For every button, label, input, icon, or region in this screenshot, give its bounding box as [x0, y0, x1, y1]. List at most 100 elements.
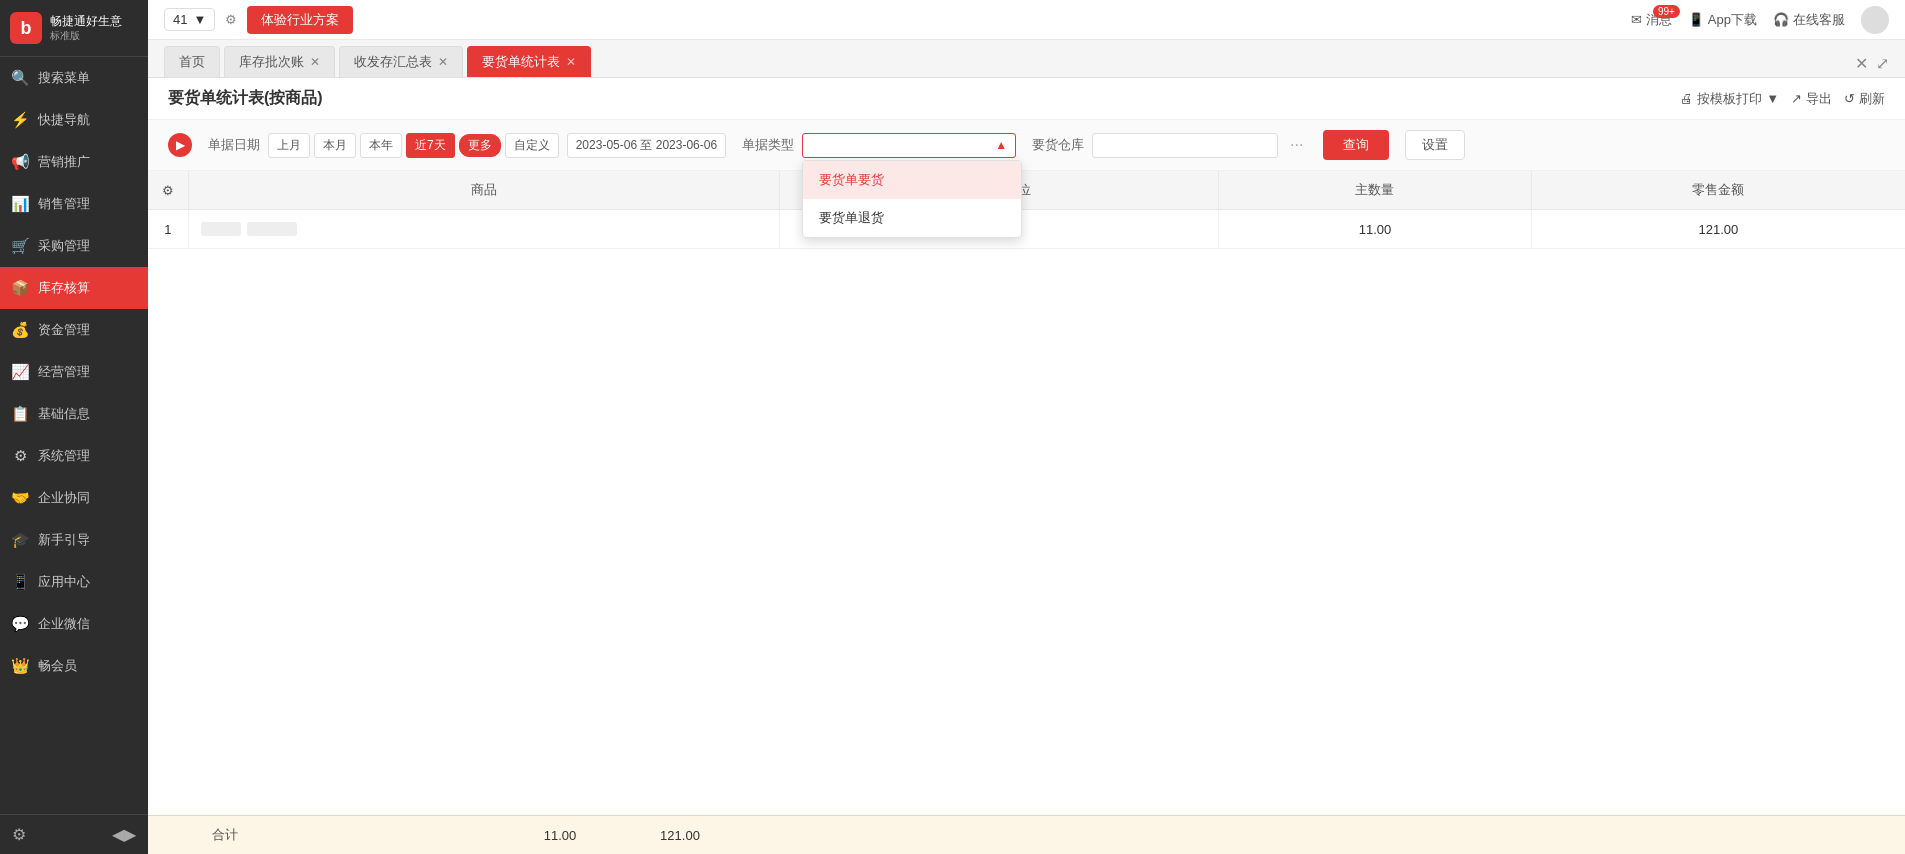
purchase-icon: 🛒	[10, 236, 30, 256]
sidebar-item-enterprise[interactable]: 🤝 企业协同	[0, 477, 148, 519]
settings-icon[interactable]: ⚙	[12, 825, 26, 844]
headset-icon: 🎧	[1773, 12, 1789, 27]
top-header: 41 ▼ ⚙ 体验行业方案 ✉ 消息 99+ 📱 App下载 🎧 在线客服	[148, 0, 1905, 40]
chevron-down-icon: ▼	[1766, 91, 1779, 106]
filter-expand-btn[interactable]: ▶	[168, 133, 192, 157]
filter-bar: ▶ 单据日期 上月 本月 本年 近7天 更多 自定义 2023-05-06 至 …	[148, 120, 1905, 171]
sidebar-item-member[interactable]: 👑 畅会员	[0, 645, 148, 687]
maximize-icon[interactable]: ⤢	[1876, 54, 1889, 73]
btn-more-dates[interactable]: 更多	[459, 134, 501, 157]
doc-type-select[interactable]: ▲	[802, 133, 1016, 158]
sales-icon: 📊	[10, 194, 30, 214]
td-amount: 121.00	[1531, 210, 1905, 249]
warehouse-select[interactable]	[1092, 133, 1278, 158]
th-product: 商品	[188, 171, 779, 210]
product-name-placeholder	[201, 222, 241, 236]
btn-this-year[interactable]: 本年	[360, 133, 402, 158]
th-settings[interactable]: ⚙	[148, 171, 188, 210]
sidebar-item-label: 采购管理	[38, 237, 90, 255]
footer-quantity: 11.00	[500, 828, 620, 843]
refresh-btn[interactable]: ↺ 刷新	[1844, 90, 1885, 108]
btn-last-month[interactable]: 上月	[268, 133, 310, 158]
app-download-label: App下载	[1708, 11, 1757, 29]
date-range-display[interactable]: 2023-05-06 至 2023-06-06	[567, 133, 726, 158]
select-arrow-up-icon[interactable]: ▲	[987, 138, 1015, 152]
tab-label: 库存批次账	[239, 53, 304, 71]
sidebar-item-purchase[interactable]: 🛒 采购管理	[0, 225, 148, 267]
sidebar-item-inventory[interactable]: 📦 库存核算	[0, 267, 148, 309]
sidebar-item-quick-nav[interactable]: ⚡ 快捷导航	[0, 99, 148, 141]
warehouse-filter-group: 要货仓库 ···	[1032, 133, 1307, 158]
page-content: 要货单统计表(按商品) 🖨 按模板打印 ▼ ↗ 导出 ↺ 刷新 ▶	[148, 78, 1905, 854]
sidebar-item-wechat[interactable]: 💬 企业微信	[0, 603, 148, 645]
more-options-icon[interactable]: ···	[1286, 136, 1307, 154]
close-icon[interactable]: ✕	[438, 55, 448, 69]
header-right: ✉ 消息 99+ 📱 App下载 🎧 在线客服	[1631, 6, 1889, 34]
sidebar-item-operations[interactable]: 📈 经营管理	[0, 351, 148, 393]
btn-this-month[interactable]: 本月	[314, 133, 356, 158]
header-left: 41 ▼ ⚙ 体验行业方案	[164, 6, 353, 34]
table-header-row: ⚙ 商品 主计量单位 主数量 零售金额	[148, 171, 1905, 210]
sidebar-item-marketing[interactable]: 📢 营销推广	[0, 141, 148, 183]
sidebar-item-label: 应用中心	[38, 573, 90, 591]
sidebar-item-label: 销售管理	[38, 195, 90, 213]
sidebar-item-label: 营销推广	[38, 153, 90, 171]
tab-bar: 首页 库存批次账 ✕ 收发存汇总表 ✕ 要货单统计表 ✕ ✕ ⤢	[148, 40, 1905, 78]
td-quantity: 11.00	[1219, 210, 1532, 249]
tab-receipts-summary[interactable]: 收发存汇总表 ✕	[339, 46, 463, 77]
btn-custom-date[interactable]: 自定义	[505, 133, 559, 158]
sidebar-item-basic-info[interactable]: 📋 基础信息	[0, 393, 148, 435]
sidebar-item-app-center[interactable]: 📱 应用中心	[0, 561, 148, 603]
sidebar-item-label: 经营管理	[38, 363, 90, 381]
export-btn[interactable]: ↗ 导出	[1791, 90, 1832, 108]
tab-order-statistics[interactable]: 要货单统计表 ✕	[467, 46, 591, 77]
enterprise-icon: 🤝	[10, 488, 30, 508]
product-code-placeholder	[247, 222, 297, 236]
online-service-btn[interactable]: 🎧 在线客服	[1773, 11, 1845, 29]
close-icon[interactable]: ✕	[310, 55, 320, 69]
sidebar-item-guide[interactable]: 🎓 新手引导	[0, 519, 148, 561]
sidebar-item-system[interactable]: ⚙ 系统管理	[0, 435, 148, 477]
page-title: 要货单统计表(按商品)	[168, 88, 323, 109]
tab-label: 收发存汇总表	[354, 53, 432, 71]
tab-label: 首页	[179, 53, 205, 71]
sidebar-item-sales[interactable]: 📊 销售管理	[0, 183, 148, 225]
store-selector[interactable]: 41 ▼	[164, 8, 215, 31]
sidebar-search[interactable]: 🔍 搜索菜单	[0, 57, 148, 99]
warehouse-input[interactable]	[1093, 134, 1277, 157]
close-icon[interactable]: ✕	[566, 55, 576, 69]
sidebar-item-label: 资金管理	[38, 321, 90, 339]
th-quantity: 主数量	[1219, 171, 1532, 210]
user-avatar[interactable]	[1861, 6, 1889, 34]
query-btn[interactable]: 查询	[1323, 130, 1389, 160]
table-footer: 合计 11.00 121.00	[148, 815, 1905, 854]
gear-icon[interactable]: ⚙	[225, 12, 237, 27]
chevron-down-icon: ▼	[193, 12, 206, 27]
footer-label: 合计	[200, 826, 400, 844]
btn-last-7-days[interactable]: 近7天	[406, 133, 455, 158]
dropdown-option-return[interactable]: 要货单退货	[803, 199, 1021, 237]
finance-icon: 💰	[10, 320, 30, 340]
messages-btn[interactable]: ✉ 消息 99+	[1631, 11, 1672, 29]
print-btn[interactable]: 🖨 按模板打印 ▼	[1680, 90, 1779, 108]
dropdown-option-requisition[interactable]: 要货单要货	[803, 161, 1021, 199]
sidebar-item-label: 新手引导	[38, 531, 90, 549]
close-all-icon[interactable]: ✕	[1855, 54, 1868, 73]
date-range: 上月 本月 本年 近7天 更多 自定义	[268, 133, 559, 158]
app-download-btn[interactable]: 📱 App下载	[1688, 11, 1757, 29]
tab-home[interactable]: 首页	[164, 46, 220, 77]
sidebar-logo: b 畅捷通好生意 标准版	[0, 0, 148, 57]
sidebar-item-finance[interactable]: 💰 资金管理	[0, 309, 148, 351]
trial-btn[interactable]: 体验行业方案	[247, 6, 353, 34]
page-actions: 🖨 按模板打印 ▼ ↗ 导出 ↺ 刷新	[1680, 90, 1885, 108]
guide-icon: 🎓	[10, 530, 30, 550]
doc-type-input[interactable]	[803, 134, 987, 157]
tab-label: 要货单统计表	[482, 53, 560, 71]
inventory-icon: 📦	[10, 278, 30, 298]
collapse-icon[interactable]: ◀▶	[112, 825, 136, 844]
tab-inventory-batch[interactable]: 库存批次账 ✕	[224, 46, 335, 77]
app-center-icon: 📱	[10, 572, 30, 592]
setting-btn[interactable]: 设置	[1405, 130, 1465, 160]
doc-type-label: 单据类型	[742, 136, 794, 154]
messages-badge: 99+	[1653, 5, 1680, 18]
